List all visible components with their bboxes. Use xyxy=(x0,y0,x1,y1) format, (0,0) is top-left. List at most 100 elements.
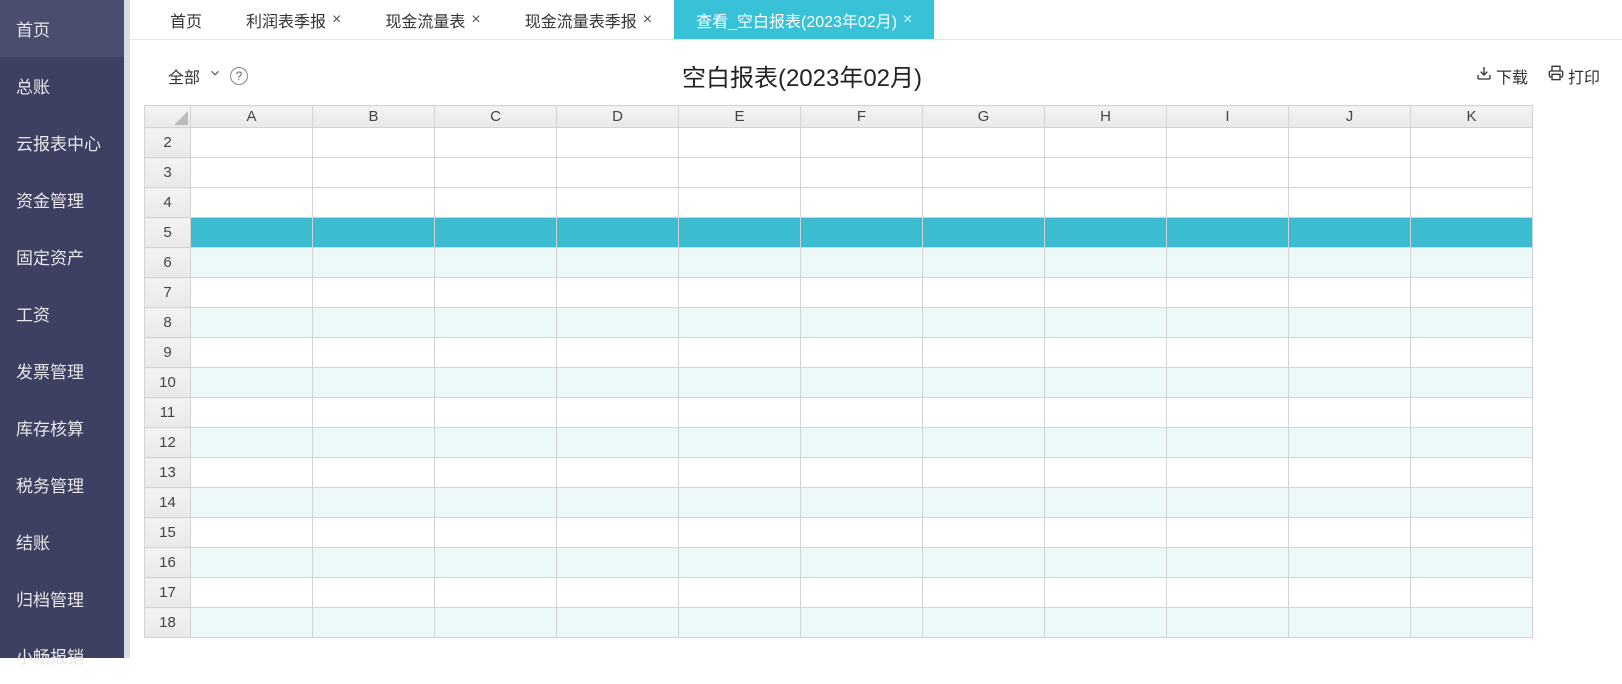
cell-J12[interactable] xyxy=(1289,428,1411,458)
row-header-11[interactable]: 11 xyxy=(145,398,191,428)
sidebar-item-9[interactable]: 结账 xyxy=(0,513,124,570)
row-header-8[interactable]: 8 xyxy=(145,308,191,338)
column-header-B[interactable]: B xyxy=(313,106,435,128)
cell-G13[interactable] xyxy=(923,458,1045,488)
sidebar-item-2[interactable]: 云报表中心 xyxy=(0,114,124,171)
cell-H4[interactable] xyxy=(1045,188,1167,218)
cell-C3[interactable] xyxy=(435,158,557,188)
cell-B11[interactable] xyxy=(313,398,435,428)
cell-F4[interactable] xyxy=(801,188,923,218)
cell-J10[interactable] xyxy=(1289,368,1411,398)
cell-K6[interactable] xyxy=(1411,248,1533,278)
cell-A9[interactable] xyxy=(191,338,313,368)
cell-C2[interactable] xyxy=(435,128,557,158)
cell-G7[interactable] xyxy=(923,278,1045,308)
print-button[interactable]: 打印 xyxy=(1548,64,1600,88)
cell-C4[interactable] xyxy=(435,188,557,218)
cell-C11[interactable] xyxy=(435,398,557,428)
cell-G8[interactable] xyxy=(923,308,1045,338)
cell-A7[interactable] xyxy=(191,278,313,308)
cell-A18[interactable] xyxy=(191,608,313,638)
cell-I11[interactable] xyxy=(1167,398,1289,428)
sidebar-item-5[interactable]: 工资 xyxy=(0,285,124,342)
cell-J14[interactable] xyxy=(1289,488,1411,518)
cell-K13[interactable] xyxy=(1411,458,1533,488)
column-header-K[interactable]: K xyxy=(1411,106,1533,128)
close-icon[interactable]: × xyxy=(332,11,341,29)
cell-B5[interactable] xyxy=(313,218,435,248)
cell-B2[interactable] xyxy=(313,128,435,158)
cell-J5[interactable] xyxy=(1289,218,1411,248)
cell-E12[interactable] xyxy=(679,428,801,458)
cell-G18[interactable] xyxy=(923,608,1045,638)
cell-B7[interactable] xyxy=(313,278,435,308)
sidebar-item-3[interactable]: 资金管理 xyxy=(0,171,124,228)
cell-F14[interactable] xyxy=(801,488,923,518)
cell-E8[interactable] xyxy=(679,308,801,338)
cell-H11[interactable] xyxy=(1045,398,1167,428)
cell-J13[interactable] xyxy=(1289,458,1411,488)
cell-I14[interactable] xyxy=(1167,488,1289,518)
cell-B12[interactable] xyxy=(313,428,435,458)
row-header-10[interactable]: 10 xyxy=(145,368,191,398)
cell-D6[interactable] xyxy=(557,248,679,278)
cell-B14[interactable] xyxy=(313,488,435,518)
row-header-16[interactable]: 16 xyxy=(145,548,191,578)
cell-G16[interactable] xyxy=(923,548,1045,578)
cell-F10[interactable] xyxy=(801,368,923,398)
cell-F6[interactable] xyxy=(801,248,923,278)
row-header-9[interactable]: 9 xyxy=(145,338,191,368)
cell-J11[interactable] xyxy=(1289,398,1411,428)
close-icon[interactable]: × xyxy=(643,11,652,29)
cell-D5[interactable] xyxy=(557,218,679,248)
cell-G4[interactable] xyxy=(923,188,1045,218)
cell-A15[interactable] xyxy=(191,518,313,548)
close-icon[interactable]: × xyxy=(471,11,480,29)
cell-D8[interactable] xyxy=(557,308,679,338)
spreadsheet[interactable]: ABCDEFGHIJK23456789101112131415161718 xyxy=(130,105,1622,658)
cell-G5[interactable] xyxy=(923,218,1045,248)
cell-A11[interactable] xyxy=(191,398,313,428)
cell-H18[interactable] xyxy=(1045,608,1167,638)
cell-K7[interactable] xyxy=(1411,278,1533,308)
tab-4[interactable]: 查看_空白报表(2023年02月)× xyxy=(674,0,934,39)
cell-G12[interactable] xyxy=(923,428,1045,458)
cell-B15[interactable] xyxy=(313,518,435,548)
row-header-13[interactable]: 13 xyxy=(145,458,191,488)
column-header-D[interactable]: D xyxy=(557,106,679,128)
tab-3[interactable]: 现金流量表季报× xyxy=(503,0,674,39)
sidebar-item-7[interactable]: 库存核算 xyxy=(0,399,124,456)
cell-C17[interactable] xyxy=(435,578,557,608)
cell-J3[interactable] xyxy=(1289,158,1411,188)
cell-A12[interactable] xyxy=(191,428,313,458)
cell-A2[interactable] xyxy=(191,128,313,158)
cell-B8[interactable] xyxy=(313,308,435,338)
cell-G6[interactable] xyxy=(923,248,1045,278)
cell-J9[interactable] xyxy=(1289,338,1411,368)
cell-D18[interactable] xyxy=(557,608,679,638)
cell-F13[interactable] xyxy=(801,458,923,488)
cell-F8[interactable] xyxy=(801,308,923,338)
cell-D10[interactable] xyxy=(557,368,679,398)
cell-B13[interactable] xyxy=(313,458,435,488)
cell-K8[interactable] xyxy=(1411,308,1533,338)
cell-I15[interactable] xyxy=(1167,518,1289,548)
cell-K3[interactable] xyxy=(1411,158,1533,188)
cell-C18[interactable] xyxy=(435,608,557,638)
cell-I3[interactable] xyxy=(1167,158,1289,188)
cell-I5[interactable] xyxy=(1167,218,1289,248)
cell-E7[interactable] xyxy=(679,278,801,308)
column-header-C[interactable]: C xyxy=(435,106,557,128)
row-header-2[interactable]: 2 xyxy=(145,128,191,158)
sidebar-item-8[interactable]: 税务管理 xyxy=(0,456,124,513)
row-header-3[interactable]: 3 xyxy=(145,158,191,188)
cell-B4[interactable] xyxy=(313,188,435,218)
cell-F16[interactable] xyxy=(801,548,923,578)
cell-D11[interactable] xyxy=(557,398,679,428)
cell-D14[interactable] xyxy=(557,488,679,518)
cell-I2[interactable] xyxy=(1167,128,1289,158)
cell-F2[interactable] xyxy=(801,128,923,158)
select-all-corner[interactable] xyxy=(145,106,191,128)
cell-E10[interactable] xyxy=(679,368,801,398)
cell-K15[interactable] xyxy=(1411,518,1533,548)
